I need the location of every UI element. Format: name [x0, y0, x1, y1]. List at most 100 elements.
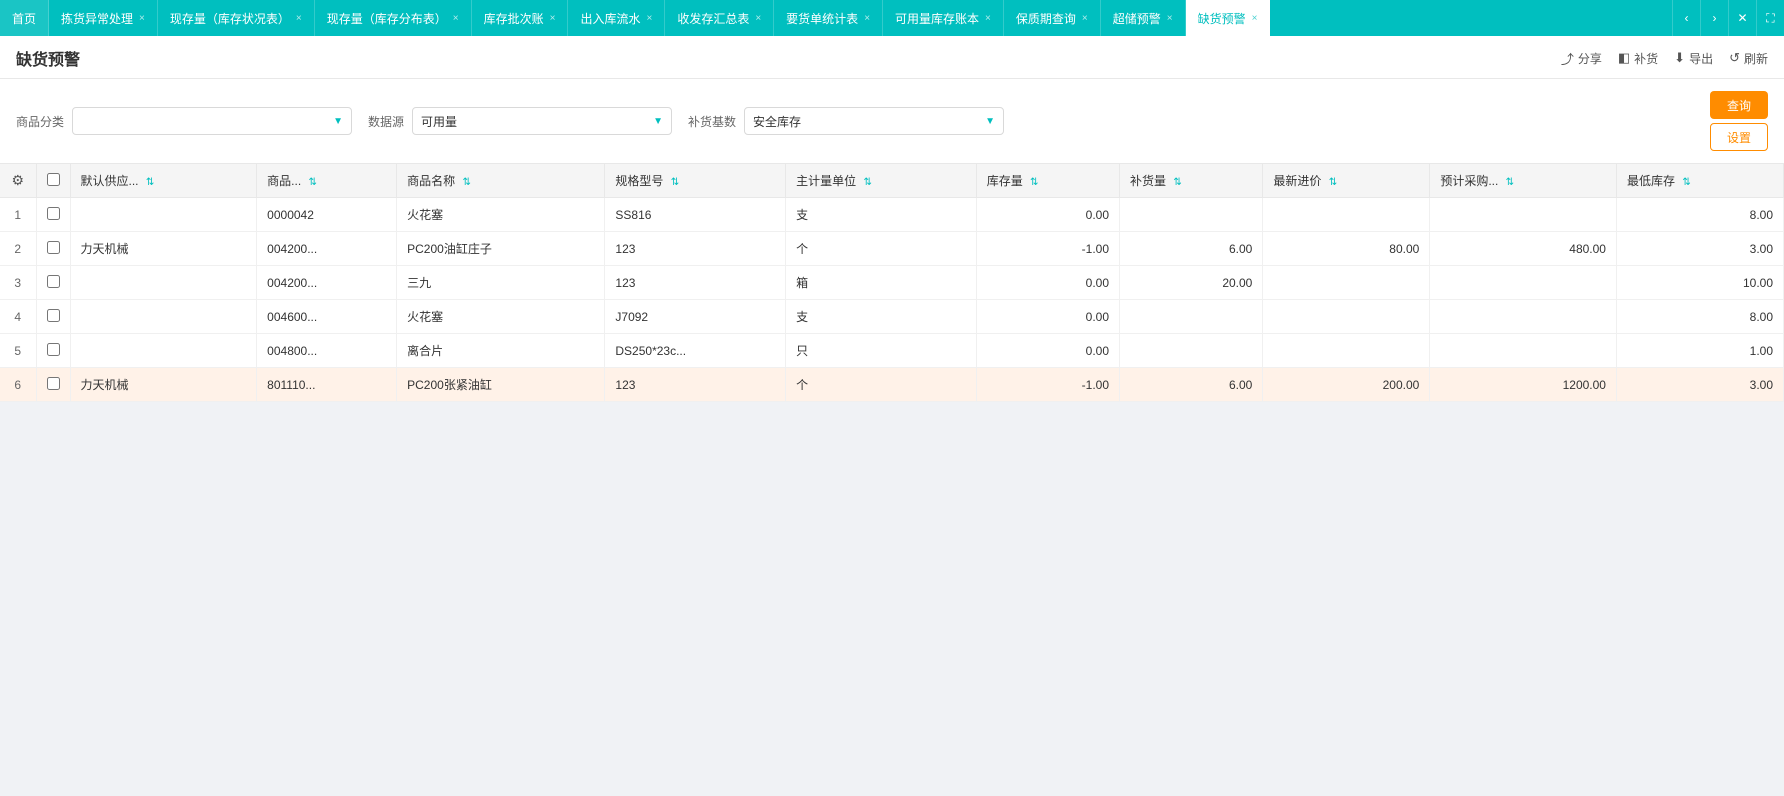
row-checkbox[interactable] — [47, 207, 60, 220]
tab-requisition-stats[interactable]: 要货单统计表 × — [774, 0, 883, 36]
close-icon[interactable]: × — [646, 13, 652, 24]
cell-default-supplier — [70, 334, 257, 368]
cell-product-code: 0000042 — [257, 198, 397, 232]
tab-shortage-warning[interactable]: 缺货预警 × — [1186, 0, 1271, 36]
sort-icon[interactable]: ⇅ — [1030, 177, 1038, 188]
tab-receive-send-summary[interactable]: 收发存汇总表 × — [665, 0, 774, 36]
col-product-name: 商品名称 ⇅ — [397, 164, 605, 198]
cell-product-code: 004600... — [257, 300, 397, 334]
query-button[interactable]: 查询 — [1710, 91, 1768, 119]
setting-button[interactable]: 设置 — [1710, 123, 1768, 151]
close-icon[interactable]: × — [139, 13, 145, 24]
close-icon[interactable]: × — [550, 13, 556, 24]
cell-product-code: 004200... — [257, 266, 397, 300]
close-icon[interactable]: × — [453, 13, 459, 24]
tab-inout-flow[interactable]: 出入库流水 × — [568, 0, 665, 36]
row-checkbox[interactable] — [47, 275, 60, 288]
col-gear: ⚙ — [0, 164, 36, 198]
sort-icon[interactable]: ⇅ — [1329, 177, 1337, 188]
close-icon[interactable]: × — [1252, 13, 1258, 24]
gear-icon[interactable]: ⚙ — [11, 172, 24, 188]
row-checkbox[interactable] — [47, 377, 60, 390]
cell-spec: 123 — [605, 368, 786, 402]
cell-unit: 支 — [786, 300, 977, 334]
product-category-select[interactable]: ▼ — [72, 107, 352, 135]
tab-expiry-query[interactable]: 保质期查询 × — [1004, 0, 1101, 36]
row-checkbox-cell — [36, 232, 70, 266]
close-icon[interactable]: × — [985, 13, 991, 24]
row-checkbox[interactable] — [47, 309, 60, 322]
data-source-select[interactable]: 可用量 ▼ — [412, 107, 672, 135]
cell-latest-price — [1263, 266, 1430, 300]
cell-latest-price: 200.00 — [1263, 368, 1430, 402]
cell-supplement-qty: 6.00 — [1120, 232, 1263, 266]
row-checkbox[interactable] — [47, 343, 60, 356]
data-source-value: 可用量 — [421, 113, 457, 130]
tab-expand-button[interactable]: ⛶ — [1756, 0, 1784, 36]
refresh-button[interactable]: ↺ 刷新 — [1729, 50, 1768, 67]
tab-close-all-button[interactable]: ✕ — [1728, 0, 1756, 36]
sort-icon[interactable]: ⇅ — [1682, 177, 1690, 188]
cell-default-supplier: 力天机械 — [70, 232, 257, 266]
cell-unit: 个 — [786, 232, 977, 266]
cell-default-supplier — [70, 266, 257, 300]
sort-icon[interactable]: ⇅ — [1506, 177, 1514, 188]
page-header: 缺货预警 ⤴ 分享 ◧ 补货 ⬇ 导出 ↺ 刷新 — [0, 36, 1784, 79]
tab-navigation: ‹ › ✕ ⛶ — [1672, 0, 1784, 36]
sort-icon[interactable]: ⇅ — [1173, 177, 1181, 188]
tab-batch-account[interactable]: 库存批次账 × — [472, 0, 569, 36]
close-icon[interactable]: × — [296, 13, 302, 24]
close-icon[interactable]: × — [1082, 13, 1088, 24]
export-button[interactable]: ⬇ 导出 — [1674, 50, 1713, 67]
row-number: 3 — [0, 266, 36, 300]
select-all-checkbox[interactable] — [47, 173, 60, 186]
tab-available-ledger[interactable]: 可用量库存账本 × — [883, 0, 1004, 36]
col-spec: 规格型号 ⇅ — [605, 164, 786, 198]
row-number: 5 — [0, 334, 36, 368]
cell-product-name: 三九 — [397, 266, 605, 300]
data-source-filter: 数据源 可用量 ▼ — [368, 107, 672, 135]
close-icon[interactable]: × — [755, 13, 761, 24]
sort-icon[interactable]: ⇅ — [671, 177, 679, 188]
cell-estimated-purchase: 480.00 — [1430, 232, 1617, 266]
sort-icon[interactable]: ⇅ — [309, 177, 317, 188]
close-icon[interactable]: × — [864, 13, 870, 24]
data-source-label: 数据源 — [368, 113, 404, 130]
tab-prev-button[interactable]: ‹ — [1672, 0, 1700, 36]
supplement-button[interactable]: ◧ 补货 — [1618, 50, 1658, 67]
supplement-base-filter: 补货基数 安全库存 ▼ — [688, 107, 1004, 135]
tab-picking-exception[interactable]: 拣货异常处理 × — [49, 0, 158, 36]
cell-product-code: 801110... — [257, 368, 397, 402]
row-checkbox-cell — [36, 300, 70, 334]
table-row: 6 力天机械 801110... PC200张紧油缸 123 个 -1.00 6… — [0, 368, 1784, 402]
cell-default-supplier — [70, 300, 257, 334]
tab-overstock-warning[interactable]: 超储预警 × — [1101, 0, 1186, 36]
tab-next-button[interactable]: › — [1700, 0, 1728, 36]
supplement-base-value: 安全库存 — [753, 113, 801, 130]
cell-min-stock: 3.00 — [1616, 232, 1783, 266]
col-product-code: 商品... ⇅ — [257, 164, 397, 198]
cell-product-code: 004800... — [257, 334, 397, 368]
row-number: 2 — [0, 232, 36, 266]
row-checkbox[interactable] — [47, 241, 60, 254]
cell-spec: J7092 — [605, 300, 786, 334]
cell-default-supplier: 力天机械 — [70, 368, 257, 402]
row-number: 1 — [0, 198, 36, 232]
tab-current-stock-dist[interactable]: 现存量（库存分布表） × — [315, 0, 472, 36]
tab-home[interactable]: 首页 — [0, 0, 49, 36]
cell-product-code: 004200... — [257, 232, 397, 266]
supplement-base-select[interactable]: 安全库存 ▼ — [744, 107, 1004, 135]
sort-icon[interactable]: ⇅ — [463, 177, 471, 188]
close-icon[interactable]: × — [1167, 13, 1173, 24]
tab-current-stock-status[interactable]: 现存量（库存状况表） × — [158, 0, 315, 36]
cell-stock: -1.00 — [976, 232, 1119, 266]
cell-supplement-qty: 20.00 — [1120, 266, 1263, 300]
sort-icon[interactable]: ⇅ — [146, 177, 154, 188]
cell-stock: -1.00 — [976, 368, 1119, 402]
cell-unit: 支 — [786, 198, 977, 232]
refresh-icon: ↺ — [1729, 50, 1740, 66]
table-row: 1 0000042 火花塞 SS816 支 0.00 8.00 — [0, 198, 1784, 232]
cell-min-stock: 1.00 — [1616, 334, 1783, 368]
share-button[interactable]: ⤴ 分享 — [1561, 49, 1602, 68]
sort-icon[interactable]: ⇅ — [863, 177, 871, 188]
